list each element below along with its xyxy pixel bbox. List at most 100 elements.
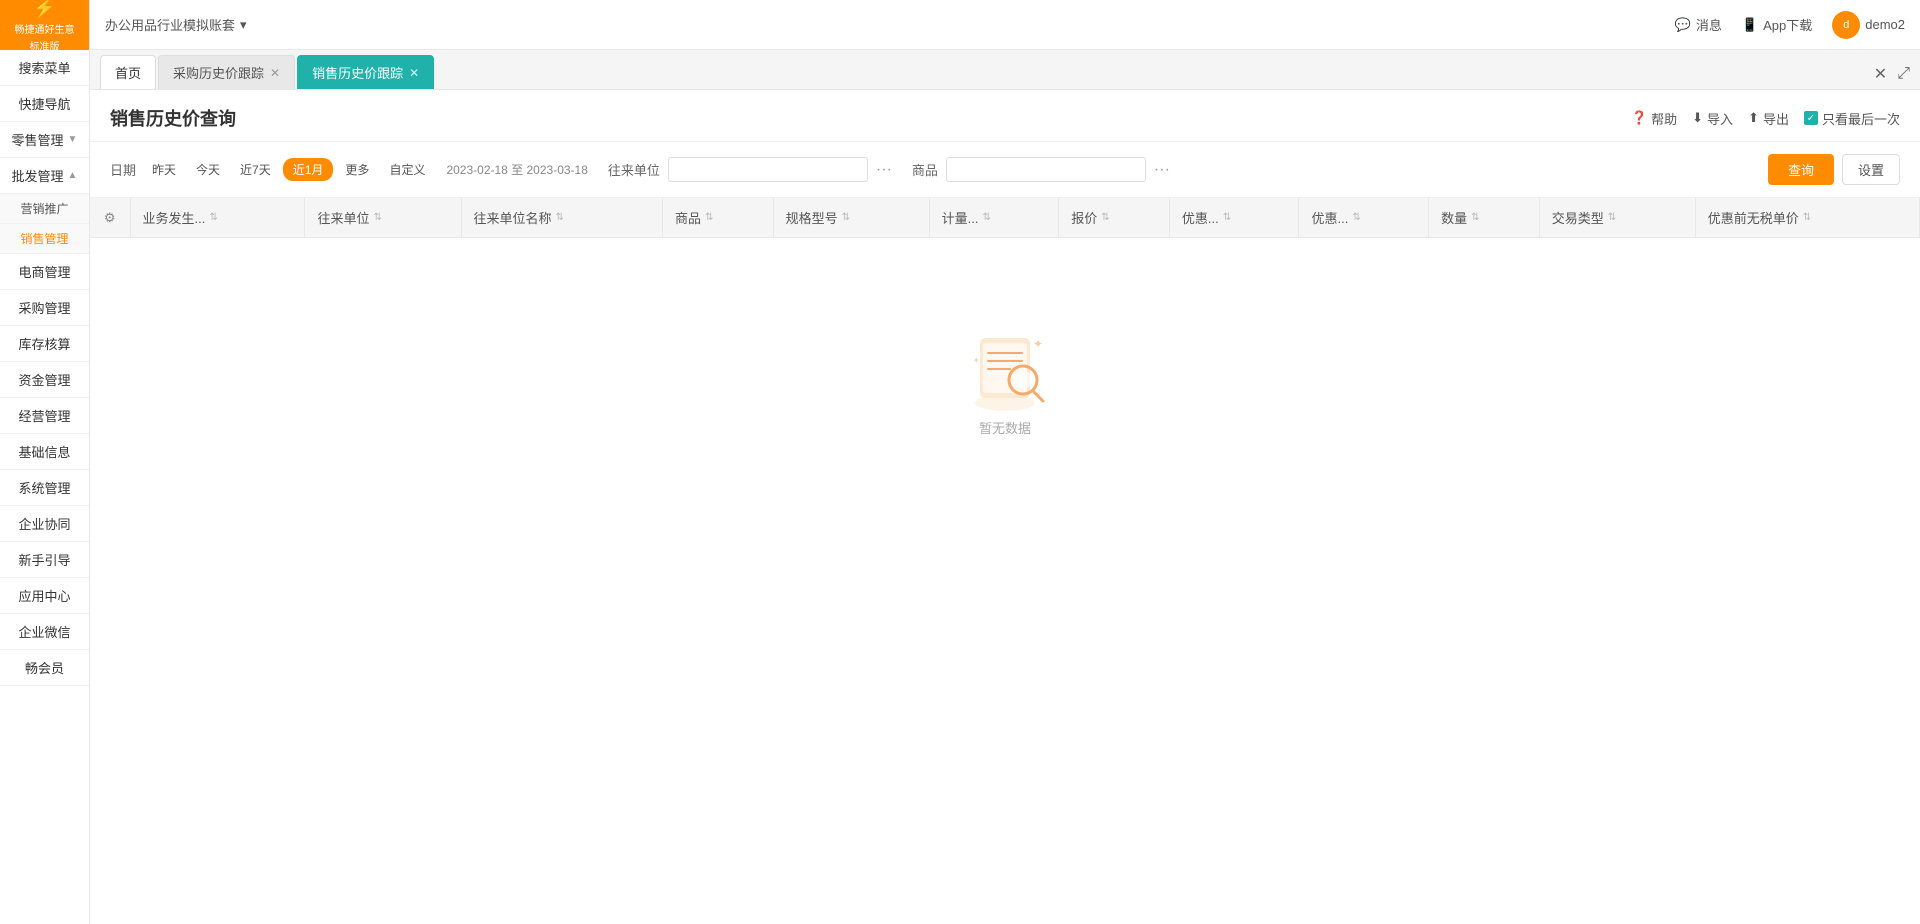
th-biz-date[interactable]: 业务发生... ⇅ [130,198,305,238]
partner-input[interactable] [668,157,868,182]
th-price[interactable]: 报价 ⇅ [1059,198,1170,238]
tab-home[interactable]: 首页 [100,55,156,89]
sort-icon-price: ⇅ [1101,212,1109,223]
sidebar-item-system[interactable]: 系统管理 [0,470,89,506]
partner-dots[interactable]: ··· [876,161,892,179]
setting-button[interactable]: 设置 [1842,154,1900,185]
date-more[interactable]: 更多 [337,158,377,181]
sort-icon-discount1: ⇅ [1223,212,1231,223]
th-pre-tax-price-label: 优惠前无税单价 [1708,208,1799,227]
th-partner-name[interactable]: 往来单位名称 ⇅ [461,198,662,238]
query-button[interactable]: 查询 [1768,154,1834,185]
goods-dots[interactable]: ··· [1154,161,1170,179]
content-area: 销售历史价查询 ❓ 帮助 ⬇ 导入 ⬆ 导出 ✓ 只看最后一次 [90,90,1920,924]
th-unit[interactable]: 计量... ⇅ [929,198,1059,238]
th-goods[interactable]: 商品 ⇅ [662,198,773,238]
sidebar-item-enterprise[interactable]: 企业协同 [0,506,89,542]
th-discount1[interactable]: 优惠... ⇅ [1169,198,1299,238]
sort-icon-partner-code: ⇅ [373,212,381,223]
th-gear[interactable]: ⚙ [90,198,130,238]
sidebar-item-wechat[interactable]: 企业微信 [0,614,89,650]
dropdown-arrow-icon: ▾ [240,17,247,33]
th-partner-code[interactable]: 往来单位 ⇅ [305,198,461,238]
sort-icon-trade-type: ⇅ [1608,212,1616,223]
goods-input[interactable] [946,157,1146,182]
account-dropdown[interactable]: 办公用品行业模拟账套 ▾ [105,15,247,34]
goods-filter-row: 商品 ··· [912,157,1170,182]
checkbox-icon: ✓ [1804,111,1818,125]
data-table: ⚙ 业务发生... ⇅ 往来单位 ⇅ [90,198,1920,238]
app-download-button[interactable]: 📱 App下载 [1742,15,1812,34]
svg-text:✦: ✦ [973,356,980,365]
export-button[interactable]: ⬆ 导出 [1748,109,1789,128]
sidebar-item-sales[interactable]: 销售管理 [0,224,89,254]
sort-icon-partner-name: ⇅ [556,212,564,223]
close-all-icon[interactable]: ✕ [1874,64,1887,84]
main-container: 办公用品行业模拟账套 ▾ 💬 消息 📱 App下载 d demo2 首页 [90,0,1920,924]
sidebar-item-basic[interactable]: 基础信息 [0,434,89,470]
sidebar-item-marketing[interactable]: 营销推广 [0,194,89,224]
th-discount1-label: 优惠... [1182,208,1219,227]
wholesale-label: 批发管理 [12,166,64,185]
empty-text: 暂无数据 [979,418,1031,437]
export-icon: ⬆ [1748,110,1759,126]
sidebar-item-finance[interactable]: 资金管理 [0,362,89,398]
only-last-label: 只看最后一次 [1822,109,1900,128]
tab-purchase-close[interactable]: ✕ [270,67,280,79]
tab-purchase-history[interactable]: 采购历史价跟踪 ✕ [158,55,295,89]
avatar: d [1832,11,1860,39]
topbar-left: 办公用品行业模拟账套 ▾ [105,15,247,34]
sidebar-item-purchase[interactable]: 采购管理 [0,290,89,326]
help-button[interactable]: ❓ 帮助 [1631,109,1677,128]
import-icon: ⬇ [1692,110,1703,126]
sidebar-item-inventory[interactable]: 库存核算 [0,326,89,362]
retail-arrow: ▼ [68,134,78,145]
user-profile[interactable]: d demo2 [1832,11,1905,39]
date-today[interactable]: 今天 [188,158,228,181]
maximize-icon[interactable]: ⤢ [1897,65,1910,83]
sidebar-item-retail[interactable]: 零售管理 ▼ [0,122,89,158]
th-pre-tax-price[interactable]: 优惠前无税单价 ⇅ [1695,198,1919,238]
date-last7[interactable]: 近7天 [232,158,279,181]
date-yesterday[interactable]: 昨天 [144,158,184,181]
sort-icon-discount2: ⇅ [1352,212,1360,223]
page-title: 销售历史价查询 [110,105,236,131]
tab-sales-history[interactable]: 销售历史价跟踪 ✕ [297,55,434,89]
table-section: ⚙ 业务发生... ⇅ 往来单位 ⇅ [90,198,1920,924]
date-custom[interactable]: 自定义 [381,158,433,181]
logo-text: 畅捷通好生意 [15,21,75,36]
date-filter-row: 日期 昨天 今天 近7天 近1月 更多 自定义 2023-02-18 至 202… [110,158,588,181]
page-header: 销售历史价查询 ❓ 帮助 ⬇ 导入 ⬆ 导出 ✓ 只看最后一次 [90,90,1920,142]
th-spec-label: 规格型号 [786,208,838,227]
sidebar-item-member[interactable]: 畅会员 [0,650,89,686]
sidebar: ⚡ 畅捷通好生意 标准版 搜索菜单 快捷导航 零售管理 ▼ 批发管理 ▲ 营销推… [0,0,90,924]
th-trade-type[interactable]: 交易类型 ⇅ [1539,198,1695,238]
sidebar-logo[interactable]: ⚡ 畅捷通好生意 标准版 [0,0,89,50]
help-icon: ❓ [1631,110,1647,126]
message-button[interactable]: 💬 消息 [1675,15,1722,34]
sidebar-item-guide[interactable]: 新手引导 [0,542,89,578]
export-label: 导出 [1763,109,1789,128]
th-spec[interactable]: 规格型号 ⇅ [773,198,929,238]
sort-icon-goods: ⇅ [705,212,713,223]
tab-sales-close[interactable]: ✕ [409,67,419,79]
message-label: 消息 [1696,15,1722,34]
sort-icon-spec: ⇅ [842,212,850,223]
sidebar-item-appstore[interactable]: 应用中心 [0,578,89,614]
sidebar-item-ecommerce[interactable]: 电商管理 [0,254,89,290]
only-last-checkbox[interactable]: ✓ 只看最后一次 [1804,109,1900,128]
th-discount2[interactable]: 优惠... ⇅ [1299,198,1429,238]
sidebar-item-search[interactable]: 搜索菜单 [0,50,89,86]
sidebar-item-shortcut[interactable]: 快捷导航 [0,86,89,122]
th-quantity[interactable]: 数量 ⇅ [1429,198,1540,238]
date-last1m[interactable]: 近1月 [283,158,334,181]
goods-label: 商品 [912,160,938,179]
partner-filter-row: 往来单位 ··· [608,157,892,182]
sidebar-item-operations[interactable]: 经营管理 [0,398,89,434]
sidebar-item-wholesale[interactable]: 批发管理 ▲ [0,158,89,194]
import-button[interactable]: ⬇ 导入 [1692,109,1733,128]
page-actions: ❓ 帮助 ⬇ 导入 ⬆ 导出 ✓ 只看最后一次 [1631,109,1900,128]
table-header-row: ⚙ 业务发生... ⇅ 往来单位 ⇅ [90,198,1920,238]
help-label: 帮助 [1651,109,1677,128]
account-name: 办公用品行业模拟账套 [105,15,235,34]
